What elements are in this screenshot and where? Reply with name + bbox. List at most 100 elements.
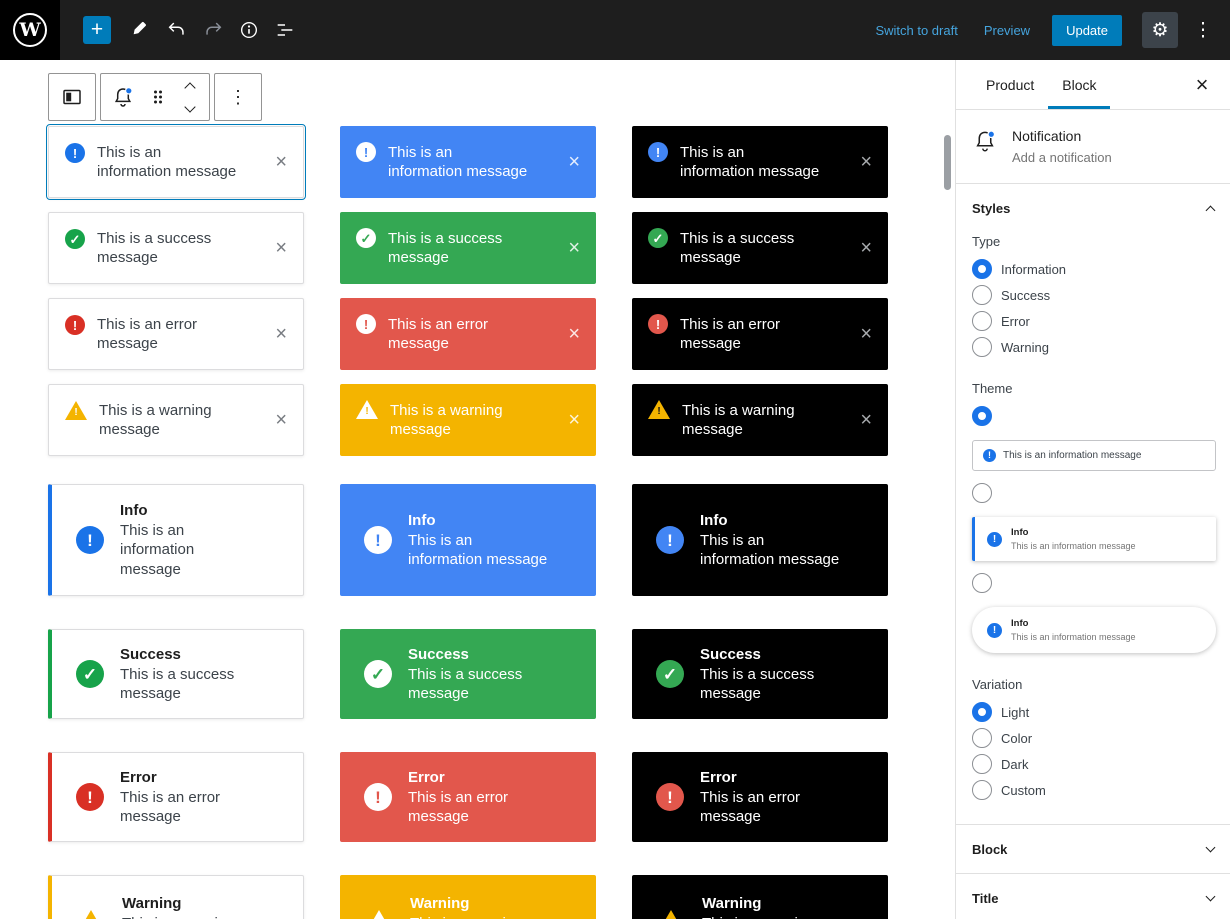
radio-label[interactable]: Dark (1001, 757, 1028, 772)
block-panel-toggle[interactable]: Block (956, 825, 1230, 873)
notification-color-warning[interactable]: ! This is a warning message × (340, 384, 596, 456)
radio-dark[interactable] (972, 754, 992, 774)
notification-color-information[interactable]: ! This is an information message × (340, 126, 596, 198)
notification-light-information[interactable]: ! This is an information message × (46, 124, 306, 200)
chevron-up-icon (184, 81, 196, 94)
radio-label[interactable]: Information (1001, 262, 1066, 277)
notification-color-error[interactable]: ! This is an error message × (340, 298, 596, 370)
theme-option-bordered: ! Info This is an information message (972, 483, 1216, 561)
radio-theme-rounded[interactable] (972, 573, 992, 593)
dismiss-button[interactable]: × (856, 234, 876, 262)
dismiss-button[interactable]: × (271, 234, 291, 262)
notification-titled-light-success[interactable]: ✓ Success This is a success message (48, 629, 304, 719)
radio-label[interactable]: Color (1001, 731, 1032, 746)
move-down-button[interactable] (171, 97, 209, 120)
notification-light-error[interactable]: ! This is an error message × (48, 298, 304, 370)
close-sidebar-button[interactable]: × (1184, 60, 1220, 110)
radio-custom[interactable] (972, 780, 992, 800)
tab-product[interactable]: Product (972, 60, 1048, 109)
error-icon: ! (356, 314, 376, 334)
radio-light[interactable] (972, 702, 992, 722)
radio-error[interactable] (972, 311, 992, 331)
notification-titled-light-information[interactable]: ! Info This is an information message (48, 484, 304, 596)
notification-light-success[interactable]: ✓ This is a success message × (48, 212, 304, 284)
radio-label[interactable]: Success (1001, 288, 1050, 303)
notification-dark-success[interactable]: ✓ This is a success message × (632, 212, 888, 284)
radio-success[interactable] (972, 285, 992, 305)
drag-handle[interactable] (145, 74, 171, 120)
radio-label[interactable]: Light (1001, 705, 1029, 720)
notification-message: This is a warning message (99, 402, 212, 438)
notification-dark-error[interactable]: ! This is an error message × (632, 298, 888, 370)
notification-titled-color-error[interactable]: ! Error This is an error message (340, 752, 596, 842)
error-icon: ! (648, 314, 668, 334)
notification-bell-icon (114, 87, 133, 107)
radio-warning[interactable] (972, 337, 992, 357)
notification-titled-color-information[interactable]: ! Info This is an information message (340, 484, 596, 596)
switch-to-draft-link[interactable]: Switch to draft (867, 17, 965, 44)
styles-panel-toggle[interactable]: Styles (956, 184, 1230, 232)
notification-titled-dark-error[interactable]: ! Error This is an error message (632, 752, 888, 842)
radio-label[interactable]: Error (1001, 314, 1030, 329)
dismiss-button[interactable]: × (564, 320, 584, 348)
notification-titled-light-error[interactable]: ! Error This is an error message (48, 752, 304, 842)
theme-preview-rounded[interactable]: ! Info This is an information message (972, 607, 1216, 653)
dismiss-button[interactable]: × (271, 320, 291, 348)
parent-block-toolbar-group (48, 73, 96, 121)
chevron-up-icon (1205, 205, 1216, 215)
block-options-button[interactable]: ⋮ (215, 74, 261, 120)
settings-button[interactable]: ⚙ (1142, 12, 1178, 48)
tools-button[interactable] (123, 12, 159, 48)
notification-message: This is a warning message (702, 914, 842, 919)
notification-color-success[interactable]: ✓ This is a success message × (340, 212, 596, 284)
options-menu-button[interactable]: ⋮ (1188, 12, 1218, 48)
radio-theme-default[interactable] (972, 406, 992, 426)
notification-dark-information[interactable]: ! This is an information message × (632, 126, 888, 198)
dismiss-button[interactable]: × (271, 406, 291, 434)
notification-titled-dark-information[interactable]: ! Info This is an information message (632, 484, 888, 596)
warning-icon: ! (648, 400, 670, 419)
info-icon: ! (987, 622, 1002, 638)
block-type-button[interactable] (101, 74, 145, 120)
update-button[interactable]: Update (1052, 14, 1122, 46)
dismiss-button[interactable]: × (856, 320, 876, 348)
theme-preview-default[interactable]: ! This is an information message (972, 440, 1216, 471)
dismiss-button[interactable]: × (564, 148, 584, 176)
dismiss-button[interactable]: × (856, 406, 876, 434)
dismiss-button[interactable]: × (856, 148, 876, 176)
radio-label[interactable]: Warning (1001, 340, 1049, 355)
wordpress-logo[interactable]: W (0, 0, 60, 60)
scrollbar-thumb[interactable] (944, 135, 951, 190)
notification-titled-color-warning[interactable]: ! Warning This is a warning message (340, 875, 596, 919)
list-view-button[interactable] (267, 12, 303, 48)
topbar-tools (123, 12, 303, 48)
theme-preview-bordered[interactable]: ! Info This is an information message (972, 517, 1216, 561)
notification-titled-dark-warning[interactable]: ! Warning This is a warning message (632, 875, 888, 919)
tab-block[interactable]: Block (1048, 60, 1110, 109)
preview-link[interactable]: Preview (976, 17, 1038, 44)
styles-panel: Styles Type Information Success Error Wa… (956, 184, 1230, 825)
notification-light-warning[interactable]: ! This is a warning message × (48, 384, 304, 456)
add-block-button[interactable]: + (83, 16, 111, 44)
radio-color[interactable] (972, 728, 992, 748)
dismiss-button[interactable]: × (564, 234, 584, 262)
select-parent-columns-button[interactable] (49, 74, 95, 120)
canvas-scrollbar[interactable] (941, 60, 955, 919)
undo-button[interactable] (159, 12, 195, 48)
check-icon: ✓ (364, 660, 392, 688)
title-panel-toggle[interactable]: Title (956, 874, 1230, 919)
error-icon: ! (76, 783, 104, 811)
dismiss-button[interactable]: × (271, 148, 291, 176)
notification-titled-dark-success[interactable]: ✓ Success This is a success message (632, 629, 888, 719)
radio-label[interactable]: Custom (1001, 783, 1046, 798)
notification-titled-color-success[interactable]: ✓ Success This is a success message (340, 629, 596, 719)
dismiss-button[interactable]: × (564, 406, 584, 434)
redo-button[interactable] (195, 12, 231, 48)
notification-dark-warning[interactable]: ! This is a warning message × (632, 384, 888, 456)
notification-titled-light-warning[interactable]: ! Warning This is a warning message (48, 875, 304, 919)
radio-theme-bordered[interactable] (972, 483, 992, 503)
list-view-icon (277, 24, 293, 36)
move-up-button[interactable] (171, 74, 209, 97)
details-button[interactable] (231, 12, 267, 48)
radio-information[interactable] (972, 259, 992, 279)
